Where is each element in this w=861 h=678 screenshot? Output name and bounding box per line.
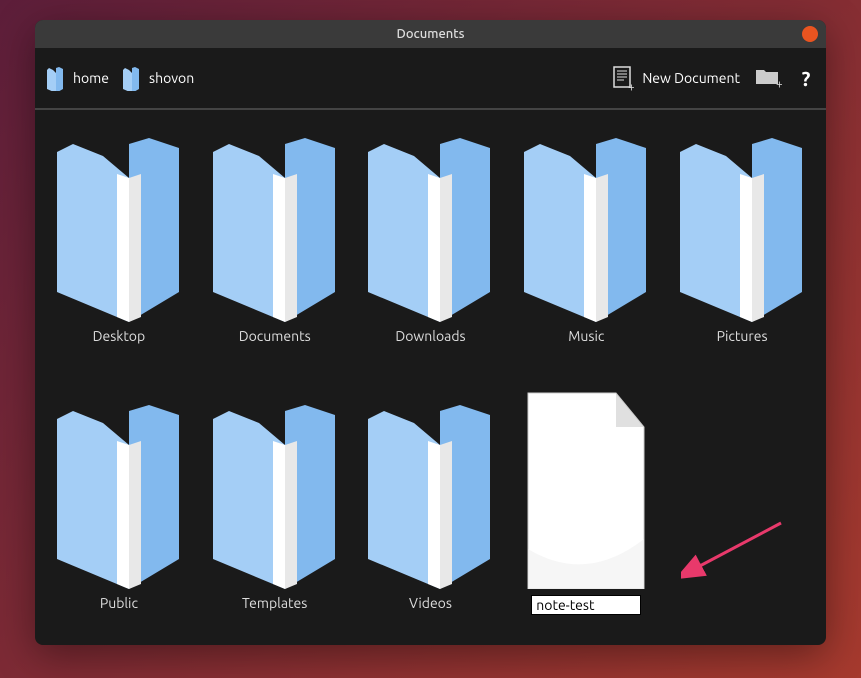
item-label: Public	[100, 595, 138, 611]
new-document-label: New Document	[642, 70, 740, 86]
folder-add-icon	[754, 64, 782, 88]
toolbar: home shovon New Document ?	[35, 48, 826, 110]
folder-icon	[205, 122, 345, 322]
close-icon[interactable]	[802, 26, 818, 42]
item-label: Desktop	[93, 328, 146, 344]
new-folder-button[interactable]	[754, 64, 782, 92]
item-label: Pictures	[717, 328, 768, 344]
breadcrumb-label: shovon	[149, 70, 194, 86]
folder-item[interactable]: Desktop	[45, 122, 193, 377]
item-label: Music	[568, 328, 604, 344]
titlebar[interactable]: Documents	[35, 20, 826, 48]
breadcrumb-shovon[interactable]: shovon	[121, 65, 194, 91]
document-add-icon	[612, 65, 634, 91]
breadcrumb-label: home	[73, 70, 109, 86]
breadcrumb-home[interactable]: home	[45, 65, 109, 91]
folder-icon	[672, 122, 812, 322]
window-title: Documents	[397, 27, 465, 41]
folder-item[interactable]: Downloads	[357, 122, 505, 377]
folder-icon	[49, 122, 189, 322]
file-item[interactable]	[512, 389, 660, 644]
folder-icon	[516, 122, 656, 322]
folder-item[interactable]: Music	[512, 122, 660, 377]
folder-item[interactable]: Documents	[201, 122, 349, 377]
folder-icon	[205, 389, 345, 589]
item-label: Templates	[242, 595, 307, 611]
help-button[interactable]: ?	[796, 67, 816, 90]
folder-item[interactable]: Templates	[201, 389, 349, 644]
folder-icon	[360, 389, 500, 589]
item-label: Downloads	[395, 328, 465, 344]
breadcrumb: home shovon	[45, 65, 194, 91]
file-manager-window: Documents home shovon New Document ?	[35, 20, 826, 645]
item-label: Videos	[409, 595, 452, 611]
file-grid: Desktop Documents Downloads Music Pictur…	[35, 110, 826, 645]
folder-item[interactable]: Pictures	[668, 122, 816, 377]
folder-item[interactable]: Public	[45, 389, 193, 644]
folder-icon	[49, 389, 189, 589]
folder-icon	[360, 122, 500, 322]
folder-item[interactable]: Videos	[357, 389, 505, 644]
toolbar-actions: New Document ?	[612, 64, 816, 92]
new-document-button[interactable]: New Document	[612, 65, 740, 91]
folder-icon	[45, 65, 67, 91]
file-icon	[516, 389, 656, 589]
folder-icon	[121, 65, 143, 91]
item-label: Documents	[239, 328, 311, 344]
rename-input[interactable]	[531, 595, 641, 615]
